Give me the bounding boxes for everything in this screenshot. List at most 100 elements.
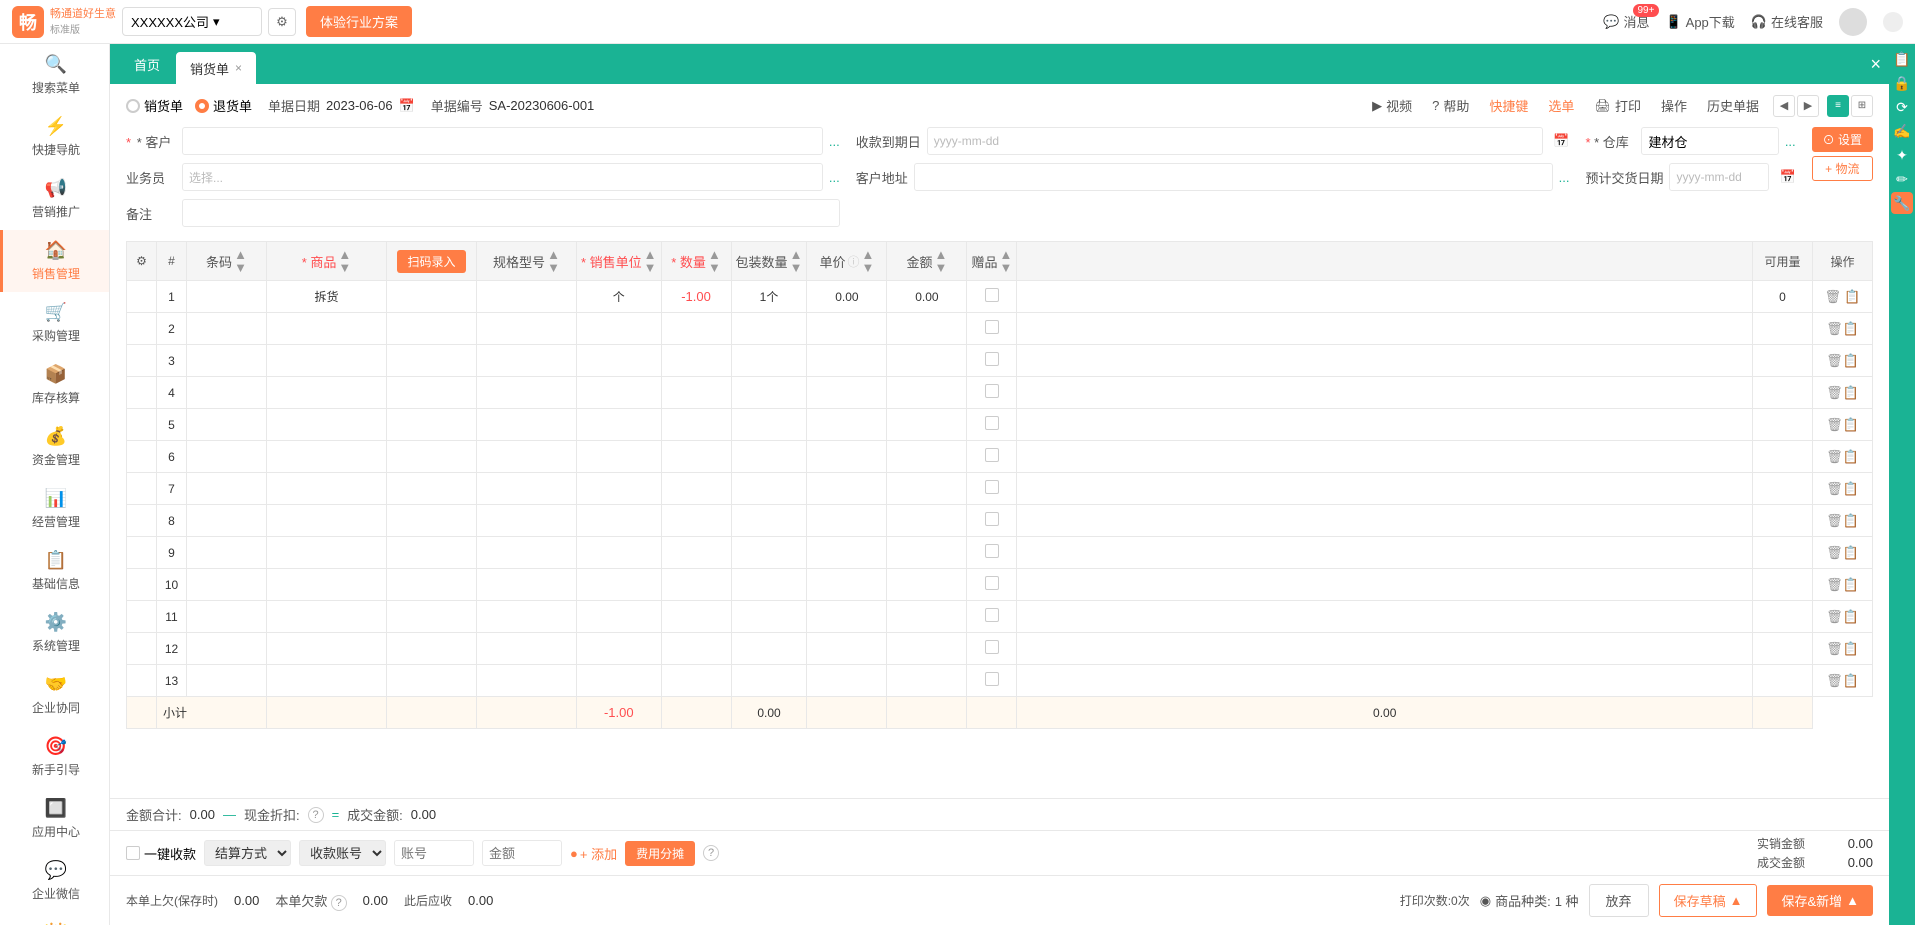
sidebar-item-basic[interactable]: 📋 基础信息 <box>0 540 109 602</box>
sidebar-item-search[interactable]: 🔍 搜索菜单 <box>0 44 109 106</box>
row-barcode[interactable] <box>187 281 267 313</box>
row-amount[interactable]: 0.00 <box>887 281 967 313</box>
expense-btn[interactable]: 费用分摊 <box>625 841 695 866</box>
logistics-btn[interactable]: + 物流 <box>1812 156 1873 181</box>
video-icon: ▶ <box>1372 98 1382 114</box>
calendar-icon[interactable]: 📅 <box>399 98 415 114</box>
sidebar-item-member[interactable]: 👑 畅会员 <box>0 912 109 925</box>
sidebar-item-purchase[interactable]: 🛒 采购管理 <box>0 292 109 354</box>
message-button[interactable]: 💬 消息 99+ <box>1603 12 1649 31</box>
app-download-button[interactable]: 📱 App下载 <box>1665 12 1734 31</box>
rs-btn-1[interactable]: 📋 <box>1891 48 1913 70</box>
sidebar-item-wechat[interactable]: 💬 企业微信 <box>0 850 109 912</box>
rs-btn-4[interactable]: ✍ <box>1891 120 1913 142</box>
discard-button[interactable]: 放弃 <box>1589 884 1649 917</box>
warehouse-input[interactable]: 建材仓 <box>1641 127 1778 155</box>
select-btn[interactable]: 选单 <box>1542 94 1580 117</box>
form-area: 销货单 退货单 单据日期 2023-06-06 📅 单据编号 SA-202306… <box>110 84 1889 241</box>
row-gift[interactable] <box>967 281 1017 313</box>
rs-btn-3[interactable]: ⟳ <box>1891 96 1913 118</box>
expense-question-icon[interactable]: ? <box>703 845 719 861</box>
collect-date-input[interactable]: yyyy-mm-dd <box>927 127 1544 155</box>
account-select[interactable]: 收款账号 <box>299 840 386 866</box>
collect-calendar-icon[interactable]: 📅 <box>1553 133 1569 149</box>
tab-sales-order[interactable]: 销货单 × <box>176 52 256 84</box>
question-icon[interactable]: ? <box>308 807 324 823</box>
row-spec[interactable] <box>477 281 577 313</box>
row-product[interactable]: 拆货 <box>267 281 387 313</box>
chevron-up-icon: ▲ <box>1730 893 1743 908</box>
avatar[interactable] <box>1839 8 1867 36</box>
wechat-icon: 💬 <box>45 860 67 881</box>
save-draft-button[interactable]: 保存草稿 ▲ <box>1659 884 1758 917</box>
expected-date-input[interactable]: yyyy-mm-dd <box>1669 163 1769 191</box>
payment-checkbox[interactable] <box>126 846 140 860</box>
rs-btn-2[interactable]: 🔒 <box>1891 72 1913 94</box>
save-new-button[interactable]: 保存&新增 ▲ <box>1767 885 1873 916</box>
sidebar-item-marketing[interactable]: 📢 营销推广 <box>0 168 109 230</box>
sidebar-item-guide[interactable]: 🎯 新手引导 <box>0 726 109 788</box>
one-click-payment[interactable]: 一键收款 <box>126 844 196 863</box>
scan-btn[interactable]: 扫码录入 <box>397 250 465 273</box>
th-scan[interactable]: 扫码录入 <box>387 242 477 281</box>
customer-dots[interactable]: ... <box>829 134 840 149</box>
table-wrapper[interactable]: ⚙ # 条码▲▼ * 商品▲▼ 扫码录入 <box>126 241 1873 798</box>
help-btn[interactable]: ? 帮助 <box>1426 94 1475 117</box>
sidebar-item-finance[interactable]: 💰 资金管理 <box>0 416 109 478</box>
row-qty[interactable]: -1.00 <box>661 281 731 313</box>
doc-type-radio: 销货单 退货单 <box>126 96 252 115</box>
salesperson-dots[interactable]: ... <box>829 170 840 185</box>
salesperson-input[interactable]: 选择... <box>182 163 823 191</box>
addr-dots[interactable]: ... <box>1559 170 1570 185</box>
add-payment-btn[interactable]: ● + 添加 <box>570 844 617 863</box>
notes-input[interactable] <box>182 199 840 227</box>
rs-btn-7[interactable]: 🔧 <box>1891 192 1913 214</box>
tab-close-icon[interactable]: × <box>235 61 242 75</box>
trial-button[interactable]: 体验行业方案 <box>306 6 412 37</box>
warehouse-dots[interactable]: ... <box>1785 134 1796 149</box>
operations-btn[interactable]: 操作 <box>1655 94 1693 117</box>
grid-view-btn[interactable]: ⊞ <box>1851 95 1873 117</box>
shortcut-btn[interactable]: 快捷键 <box>1483 94 1534 117</box>
radio-return[interactable]: 退货单 <box>195 96 252 115</box>
row-pkg-qty[interactable]: 1个 <box>731 281 807 313</box>
row-price[interactable]: 0.00 <box>807 281 887 313</box>
expected-calendar-icon[interactable]: 📅 <box>1779 169 1795 185</box>
settings-btn[interactable]: ⊙ 设置 <box>1812 127 1873 152</box>
calc-method-select[interactable]: 结算方式 <box>204 840 291 866</box>
radio-sales[interactable]: 销货单 <box>126 96 183 115</box>
tab-close-button[interactable]: × <box>1870 54 1881 75</box>
th-settings[interactable]: ⚙ <box>127 242 157 281</box>
customer-addr-input[interactable] <box>914 163 1553 191</box>
logo-text: 畅通道好生意 <box>50 7 116 21</box>
rs-btn-6[interactable]: ✏ <box>1891 168 1913 190</box>
list-view-btn[interactable]: ≡ <box>1827 95 1849 117</box>
table-row: 1 拆货 个 -1.00 1个 0.00 0.00 0 <box>127 281 1873 313</box>
history-btn[interactable]: 历史单据 <box>1701 94 1765 117</box>
th-barcode: 条码▲▼ <box>187 242 267 281</box>
next-arrow[interactable]: ▶ <box>1797 95 1819 117</box>
customer-input[interactable] <box>182 127 823 155</box>
print-btn[interactable]: 🖨 打印 <box>1588 94 1647 117</box>
delete-icon[interactable]: 🗑 <box>1824 289 1841 304</box>
sidebar-item-enterprise[interactable]: 🤝 企业协同 <box>0 664 109 726</box>
owed-question-icon[interactable]: ? <box>331 895 347 911</box>
sidebar-item-appstore[interactable]: 🔲 应用中心 <box>0 788 109 850</box>
copy-icon[interactable]: 📋 <box>1844 289 1860 304</box>
sidebar-item-inventory[interactable]: 📦 库存核算 <box>0 354 109 416</box>
sidebar-item-sales[interactable]: 🏠 销售管理 <box>0 230 109 292</box>
settings-icon[interactable]: ⚙ <box>268 8 296 36</box>
prev-arrow[interactable]: ◀ <box>1773 95 1795 117</box>
row-unit[interactable]: 个 <box>577 281 662 313</box>
company-selector[interactable]: XXXXXX公司 ▾ <box>122 7 262 36</box>
tab-home[interactable]: 首页 <box>118 44 176 84</box>
quicknav-icon: ⚡ <box>45 116 67 137</box>
payment-amount-input[interactable] <box>482 840 562 866</box>
sidebar-item-operations[interactable]: 📊 经营管理 <box>0 478 109 540</box>
amount-input[interactable] <box>394 840 474 866</box>
online-service-button[interactable]: 🎧 在线客服 <box>1751 12 1823 31</box>
video-btn[interactable]: ▶ 视频 <box>1366 94 1418 117</box>
sidebar-item-system[interactable]: ⚙️ 系统管理 <box>0 602 109 664</box>
sidebar-item-quicknav[interactable]: ⚡ 快捷导航 <box>0 106 109 168</box>
rs-btn-5[interactable]: ✦ <box>1891 144 1913 166</box>
